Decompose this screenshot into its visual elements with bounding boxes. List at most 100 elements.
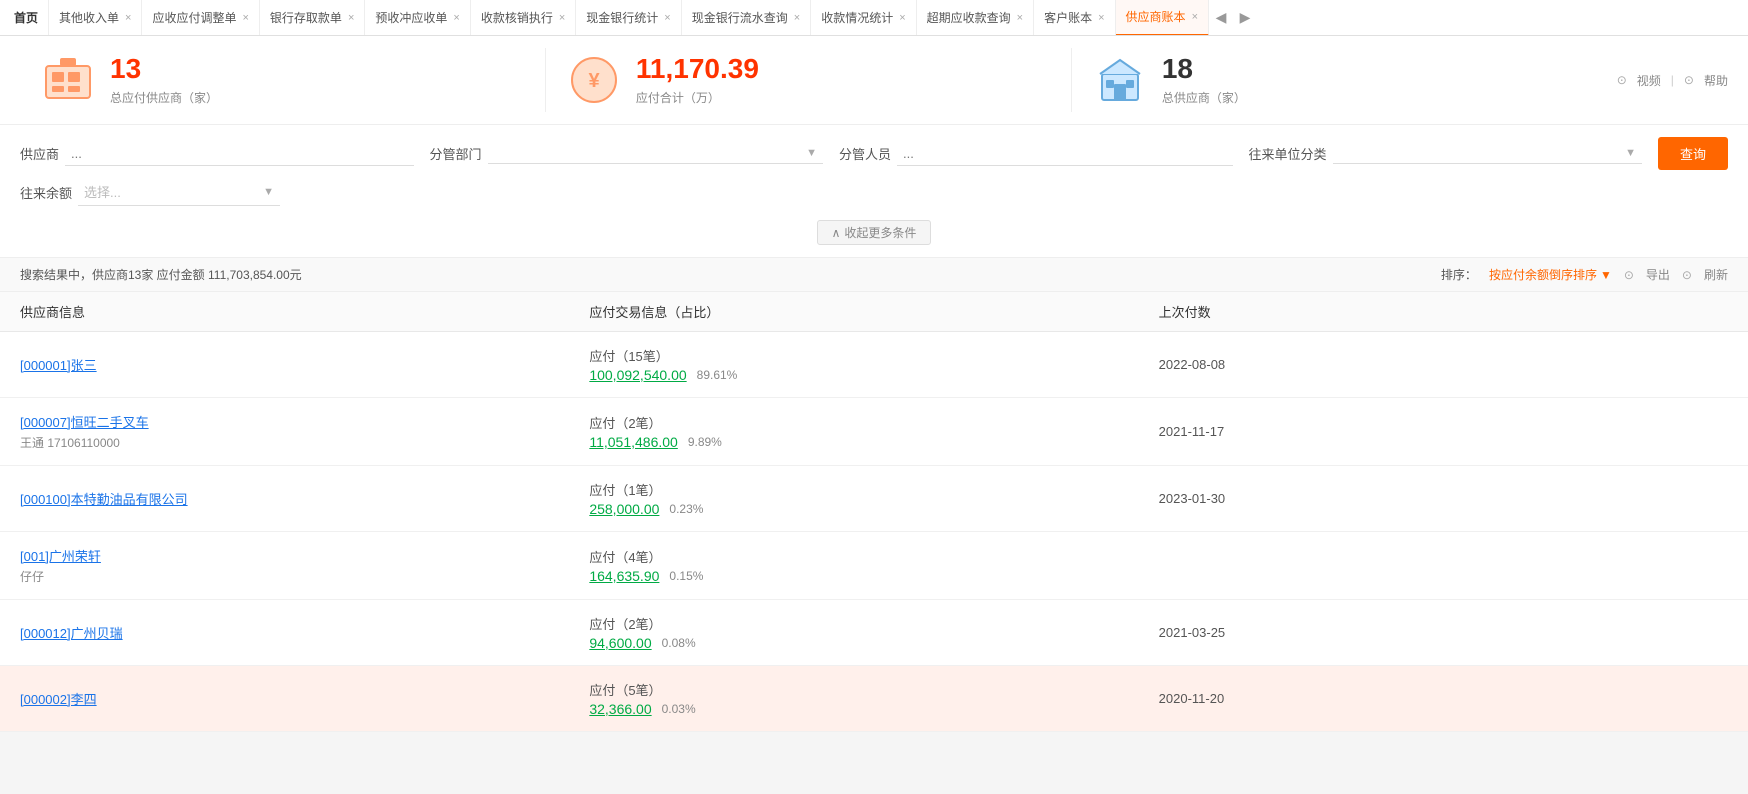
summary-label-3: 总供应商（家） [1162,89,1246,106]
export-icon: ⊙ [1624,268,1634,282]
tx-amount[interactable]: 32,366.00 [589,701,651,717]
tx-pct: 89.61% [697,368,738,382]
lastpay-cell: 2021-11-17 [1159,424,1728,439]
close-icon[interactable]: × [453,12,459,24]
close-icon[interactable]: × [664,12,670,24]
store-icon [1092,52,1148,108]
nav-tab-home[interactable]: 首页 [4,0,49,36]
nav-tab-5[interactable]: 收款核销执行 × [471,0,576,36]
transaction-cell: 应付（1笔） 258,000.00 0.23% [589,480,1158,517]
summary-text-1: 13 总应付供应商（家） [110,54,218,106]
close-icon[interactable]: × [1017,12,1023,24]
last-pay-date: 2022-08-08 [1159,357,1226,372]
tx-label: 应付（1笔） [589,480,1158,499]
nav-tab-10[interactable]: 客户账本 × [1034,0,1115,36]
lastpay-cell: 2022-08-08 [1159,357,1728,372]
close-icon[interactable]: × [348,12,354,24]
tx-label: 应付（15笔） [589,346,1158,365]
filter-item-person: 分管人员 [839,142,1233,166]
nav-next-arrow[interactable]: ▶ [1233,0,1257,36]
supplier-input[interactable] [65,142,413,166]
nav-tab-4[interactable]: 预收冲应收单 × [365,0,470,36]
search-button[interactable]: 查询 [1658,137,1728,170]
lastpay-cell: 2023-01-30 [1159,491,1728,506]
refresh-button[interactable]: 刷新 [1704,266,1728,283]
tx-amount[interactable]: 11,051,486.00 [589,434,678,450]
nav-tab-6[interactable]: 现金银行统计 × [576,0,681,36]
supplier-cell: [001]广州荣轩 仔仔 [20,546,589,585]
supplier-link[interactable]: [000007]恒旺二手叉车 [20,415,149,430]
help-link[interactable]: 帮助 [1704,72,1728,89]
supplier-cell: [000002]李四 [20,689,589,708]
nav-tab-3[interactable]: 银行存取款单 × [260,0,365,36]
collapse-bar: ∧ 收起更多条件 [20,214,1728,245]
dept-select[interactable]: ▼ [488,143,823,164]
supplier-cell: [000012]广州贝瑞 [20,623,589,642]
supplier-link[interactable]: [000100]本特勤油品有限公司 [20,492,188,507]
tx-row: 258,000.00 0.23% [589,501,1158,517]
close-icon[interactable]: × [1192,11,1198,23]
money-icon: ¥ [566,52,622,108]
filter-row-2: 往来余额 选择... ▼ [20,178,1728,206]
filter-item-category: 往来单位分类 ▼ [1249,143,1643,164]
tx-label: 应付（2笔） [589,413,1158,432]
supplier-link[interactable]: [001]广州荣轩 [20,549,101,564]
close-icon[interactable]: × [559,12,565,24]
balance-select-value: 选择... [84,182,121,201]
nav-tab-1[interactable]: 其他收入单 × [49,0,142,36]
video-link[interactable]: 视频 [1637,72,1661,89]
tx-amount[interactable]: 258,000.00 [589,501,659,517]
tx-pct: 0.15% [669,569,703,583]
video-icon: ⊙ [1617,73,1627,87]
main-table: 供应商信息 应付交易信息（占比） 上次付数 [000001]张三 应付（15笔）… [0,292,1748,732]
close-icon[interactable]: × [899,12,905,24]
table-row: [000002]李四 应付（5笔） 32,366.00 0.03% 2020-1… [0,666,1748,732]
close-icon[interactable]: × [242,12,248,24]
balance-select[interactable]: 选择... ▼ [78,178,280,206]
supplier-link[interactable]: [000001]张三 [20,358,97,373]
close-icon[interactable]: × [125,12,131,24]
filter-item-supplier: 供应商 [20,142,414,166]
supplier-sub: 王通 17106110000 [20,434,589,451]
supplier-cell: [000007]恒旺二手叉车 王通 17106110000 [20,412,589,451]
supplier-link[interactable]: [000002]李四 [20,692,97,707]
tx-pct: 0.03% [662,702,696,716]
top-right-links: ⊙ 视频 | ⊙ 帮助 [1597,72,1728,89]
tx-pct: 9.89% [688,435,722,449]
help-icon: ⊙ [1684,73,1694,87]
chevron-down-icon: ▼ [263,186,274,198]
nav-tab-11[interactable]: 供应商账本 × [1116,0,1209,36]
supplier-link[interactable]: [000012]广州贝瑞 [20,626,123,641]
sort-value[interactable]: 按应付余额倒序排序 ▼ [1489,266,1612,283]
filter-row-1: 供应商 分管部门 ▼ 分管人员 往来单位分类 ▼ 查询 [20,137,1728,170]
table-row: [000001]张三 应付（15笔） 100,092,540.00 89.61%… [0,332,1748,398]
collapse-button[interactable]: ∧ 收起更多条件 [817,220,932,245]
tx-label: 应付（2笔） [589,614,1158,633]
transaction-cell: 应付（4笔） 164,635.90 0.15% [589,547,1158,584]
tx-pct: 0.08% [662,636,696,650]
nav-tab-7[interactable]: 现金银行流水查询 × [682,0,811,36]
sort-chevron-icon: ▼ [1600,268,1612,282]
tx-amount[interactable]: 94,600.00 [589,635,651,651]
close-icon[interactable]: × [794,12,800,24]
tx-amount[interactable]: 164,635.90 [589,568,659,584]
table-header: 供应商信息 应付交易信息（占比） 上次付数 [0,292,1748,332]
supplier-icon [40,52,96,108]
col-header-lastpay: 上次付数 [1159,302,1728,321]
tx-row: 11,051,486.00 9.89% [589,434,1158,450]
transaction-cell: 应付（5笔） 32,366.00 0.03% [589,680,1158,717]
export-button[interactable]: 导出 [1646,266,1670,283]
chevron-down-icon: ▼ [1625,147,1636,159]
tx-amount[interactable]: 100,092,540.00 [589,367,686,383]
nav-tab-9[interactable]: 超期应收款查询 × [917,0,1034,36]
person-input[interactable] [897,142,1232,166]
nav-tab-8[interactable]: 收款情况统计 × [811,0,916,36]
summary-item-1: 13 总应付供应商（家） [20,48,546,112]
nav-tab-2[interactable]: 应收应付调整单 × [142,0,259,36]
category-select[interactable]: ▼ [1333,143,1642,164]
nav-prev-arrow[interactable]: ◀ [1209,0,1233,36]
result-bar-left: 搜索结果中，供应商13家 应付金额 111,703,854.00元 [20,266,302,283]
chevron-down-icon: ▼ [806,147,817,159]
dept-filter-label: 分管部门 [430,144,482,163]
close-icon[interactable]: × [1098,12,1104,24]
